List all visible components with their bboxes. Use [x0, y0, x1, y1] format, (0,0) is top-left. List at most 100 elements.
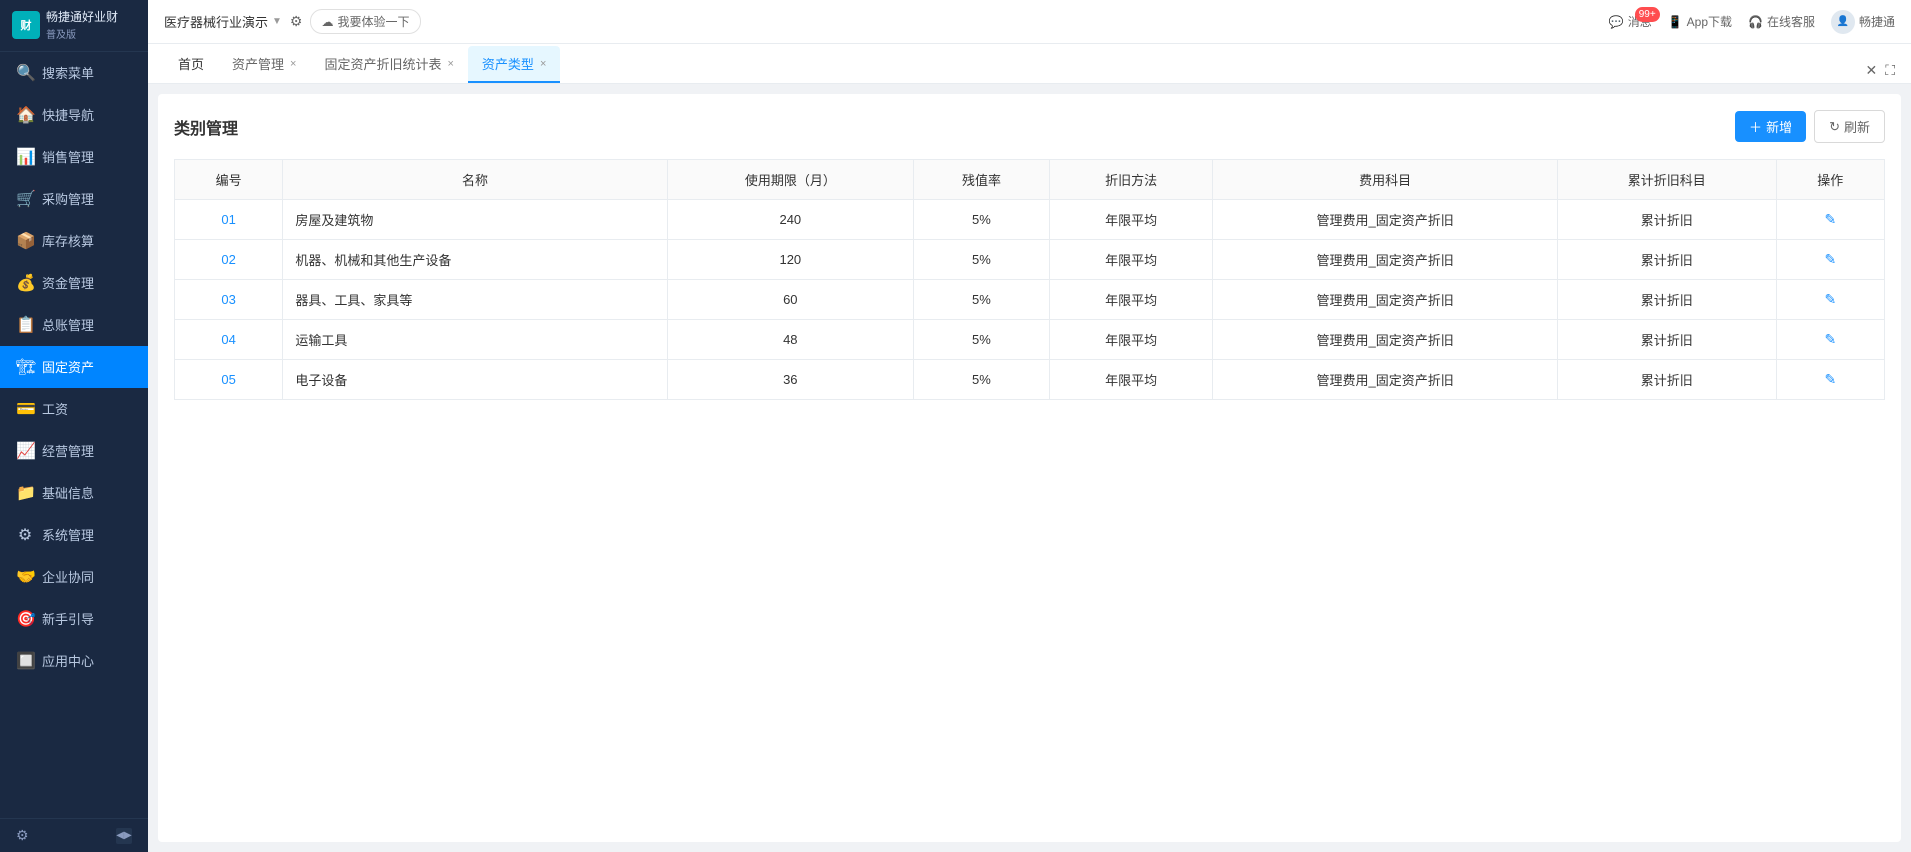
user-avatar-btn[interactable]: 👤 畅捷通 [1831, 10, 1895, 34]
sidebar-item-label: 经营管理 [42, 441, 94, 460]
tab-asset-management[interactable]: 资产管理 × [218, 46, 310, 83]
sidebar-item-cooperation[interactable]: 🤝 企业协同 [0, 556, 148, 598]
topbar-right: 💬 消息 99+ 📱 App下载 🎧 在线客服 👤 畅捷通 [1609, 10, 1895, 34]
content-area: 类别管理 ＋ 新增 ↻ 刷新 编号 名称 使用期限（月） [158, 94, 1901, 842]
tab-depreciation-table[interactable]: 固定资产折旧统计表 × [310, 46, 467, 83]
salary-icon: 💳 [16, 399, 34, 419]
tab-asset-type[interactable]: 资产类型 × [468, 46, 560, 83]
sidebar-item-purchase[interactable]: 🛒 采购管理 [0, 178, 148, 220]
table-header-row: 编号 名称 使用期限（月） 残值率 折旧方法 费用科目 累计折旧科目 操作 [175, 160, 1885, 200]
tab-home[interactable]: 首页 [164, 46, 218, 83]
cell-residual: 5% [913, 240, 1049, 280]
cell-accum-subject: 累计折旧 [1557, 280, 1776, 320]
gear-icon[interactable]: ⚙ [290, 13, 303, 30]
cell-id: 02 [175, 240, 283, 280]
cell-method: 年限平均 [1049, 240, 1213, 280]
edit-button[interactable]: ✎ [1824, 251, 1836, 267]
category-table: 编号 名称 使用期限（月） 残值率 折旧方法 费用科目 累计折旧科目 操作 01… [174, 159, 1885, 400]
sidebar-item-search[interactable]: 🔍 搜索菜单 [0, 52, 148, 94]
chevron-down-icon: ▼ [272, 16, 282, 27]
app-logo-icon: 财 [12, 11, 40, 39]
sidebar-item-operations[interactable]: 📈 经营管理 [0, 430, 148, 472]
fixed-assets-icon: 🏗 [16, 357, 34, 377]
cell-action: ✎ [1776, 360, 1884, 400]
notification-btn[interactable]: 💬 消息 99+ [1609, 13, 1652, 30]
sidebar-nav: 🔍 搜索菜单 🏠 快捷导航 📊 销售管理 🛒 采购管理 📦 库存核算 💰 资金管… [0, 52, 148, 818]
sidebar-item-basic-info[interactable]: 📁 基础信息 [0, 472, 148, 514]
row-id-link[interactable]: 02 [221, 252, 235, 267]
maximize-tab-icon[interactable]: ⛶ [1885, 62, 1895, 79]
cell-id: 03 [175, 280, 283, 320]
row-id-link[interactable]: 01 [221, 212, 235, 227]
cell-cost-subject: 管理费用_固定资产折旧 [1213, 320, 1557, 360]
sidebar-item-label: 快捷导航 [42, 105, 94, 124]
cooperation-icon: 🤝 [16, 567, 34, 587]
tab-asset-management-label: 资产管理 [232, 54, 284, 73]
col-action: 操作 [1776, 160, 1884, 200]
row-id-link[interactable]: 03 [221, 292, 235, 307]
cell-action: ✎ [1776, 240, 1884, 280]
table-row: 05 电子设备 36 5% 年限平均 管理费用_固定资产折旧 累计折旧 ✎ [175, 360, 1885, 400]
cell-id: 05 [175, 360, 283, 400]
col-accum: 累计折旧科目 [1557, 160, 1776, 200]
sidebar-item-label: 采购管理 [42, 189, 94, 208]
purchase-icon: 🛒 [16, 189, 34, 209]
row-id-link[interactable]: 05 [221, 372, 235, 387]
sidebar-collapse-btn[interactable]: ◀▶ [116, 828, 132, 844]
sidebar-item-guide[interactable]: 🎯 新手引导 [0, 598, 148, 640]
sidebar-logo: 财 畅捷通好业财 普及版 [0, 0, 148, 52]
edit-button[interactable]: ✎ [1824, 331, 1836, 347]
tab-depreciation-label: 固定资产折旧统计表 [324, 54, 441, 73]
online-service-btn[interactable]: 🎧 在线客服 [1748, 13, 1815, 30]
edit-button[interactable]: ✎ [1824, 291, 1836, 307]
tab-depreciation-close[interactable]: × [447, 58, 453, 70]
cell-period: 48 [667, 320, 913, 360]
topbar: 医疗器械行业演示 ▼ ⚙ ☁ 我要体验一下 💬 消息 99+ 📱 App下载 🎧… [148, 0, 1911, 44]
sidebar-item-quick-nav[interactable]: 🏠 快捷导航 [0, 94, 148, 136]
edit-button[interactable]: ✎ [1824, 211, 1836, 227]
sidebar-item-fixed-assets[interactable]: 🏗 固定资产 [0, 346, 148, 388]
tabs-actions: ✕ ⛶ [1865, 62, 1895, 83]
row-id-link[interactable]: 04 [221, 332, 235, 347]
sidebar-item-sales[interactable]: 📊 销售管理 [0, 136, 148, 178]
sidebar-item-system[interactable]: ⚙ 系统管理 [0, 514, 148, 556]
page-actions: ＋ 新增 ↻ 刷新 [1735, 110, 1885, 143]
settings-icon[interactable]: ⚙ [16, 827, 29, 844]
module-selector[interactable]: 医疗器械行业演示 ▼ [164, 12, 282, 31]
edit-button[interactable]: ✎ [1824, 371, 1836, 387]
table-row: 01 房屋及建筑物 240 5% 年限平均 管理费用_固定资产折旧 累计折旧 ✎ [175, 200, 1885, 240]
refresh-button[interactable]: ↻ 刷新 [1814, 110, 1885, 143]
sidebar-item-capital[interactable]: 💰 资金管理 [0, 262, 148, 304]
new-button[interactable]: ＋ 新增 [1735, 111, 1806, 142]
cell-method: 年限平均 [1049, 320, 1213, 360]
search-icon: 🔍 [16, 63, 34, 83]
sidebar-item-salary[interactable]: 💳 工资 [0, 388, 148, 430]
cell-period: 240 [667, 200, 913, 240]
sidebar-item-label: 基础信息 [42, 483, 94, 502]
online-service-label: 在线客服 [1767, 13, 1815, 30]
cell-residual: 5% [913, 320, 1049, 360]
experience-btn[interactable]: ☁ 我要体验一下 [310, 9, 420, 34]
user-name: 畅捷通 [1859, 13, 1895, 30]
tab-asset-type-close[interactable]: × [540, 58, 546, 70]
page-title: 类别管理 [174, 115, 238, 139]
app-download-btn[interactable]: 📱 App下载 [1668, 13, 1732, 30]
download-icon: 📱 [1668, 15, 1683, 29]
guide-icon: 🎯 [16, 609, 34, 629]
sidebar-item-ledger[interactable]: 📋 总账管理 [0, 304, 148, 346]
page-header: 类别管理 ＋ 新增 ↻ 刷新 [174, 110, 1885, 143]
sidebar-item-app-center[interactable]: 🔲 应用中心 [0, 640, 148, 682]
col-name: 名称 [283, 160, 667, 200]
sidebar-item-label: 企业协同 [42, 567, 94, 586]
cell-name: 运输工具 [283, 320, 667, 360]
tab-asset-management-close[interactable]: × [290, 58, 296, 70]
table-wrap: 编号 名称 使用期限（月） 残值率 折旧方法 费用科目 累计折旧科目 操作 01… [174, 159, 1885, 400]
sidebar-item-inventory[interactable]: 📦 库存核算 [0, 220, 148, 262]
tab-asset-type-label: 资产类型 [482, 54, 534, 73]
col-cost: 费用科目 [1213, 160, 1557, 200]
operations-icon: 📈 [16, 441, 34, 461]
cell-name: 器具、工具、家具等 [283, 280, 667, 320]
cell-name: 电子设备 [283, 360, 667, 400]
headset-icon: 🎧 [1748, 15, 1763, 29]
close-tab-icon[interactable]: ✕ [1865, 62, 1877, 79]
